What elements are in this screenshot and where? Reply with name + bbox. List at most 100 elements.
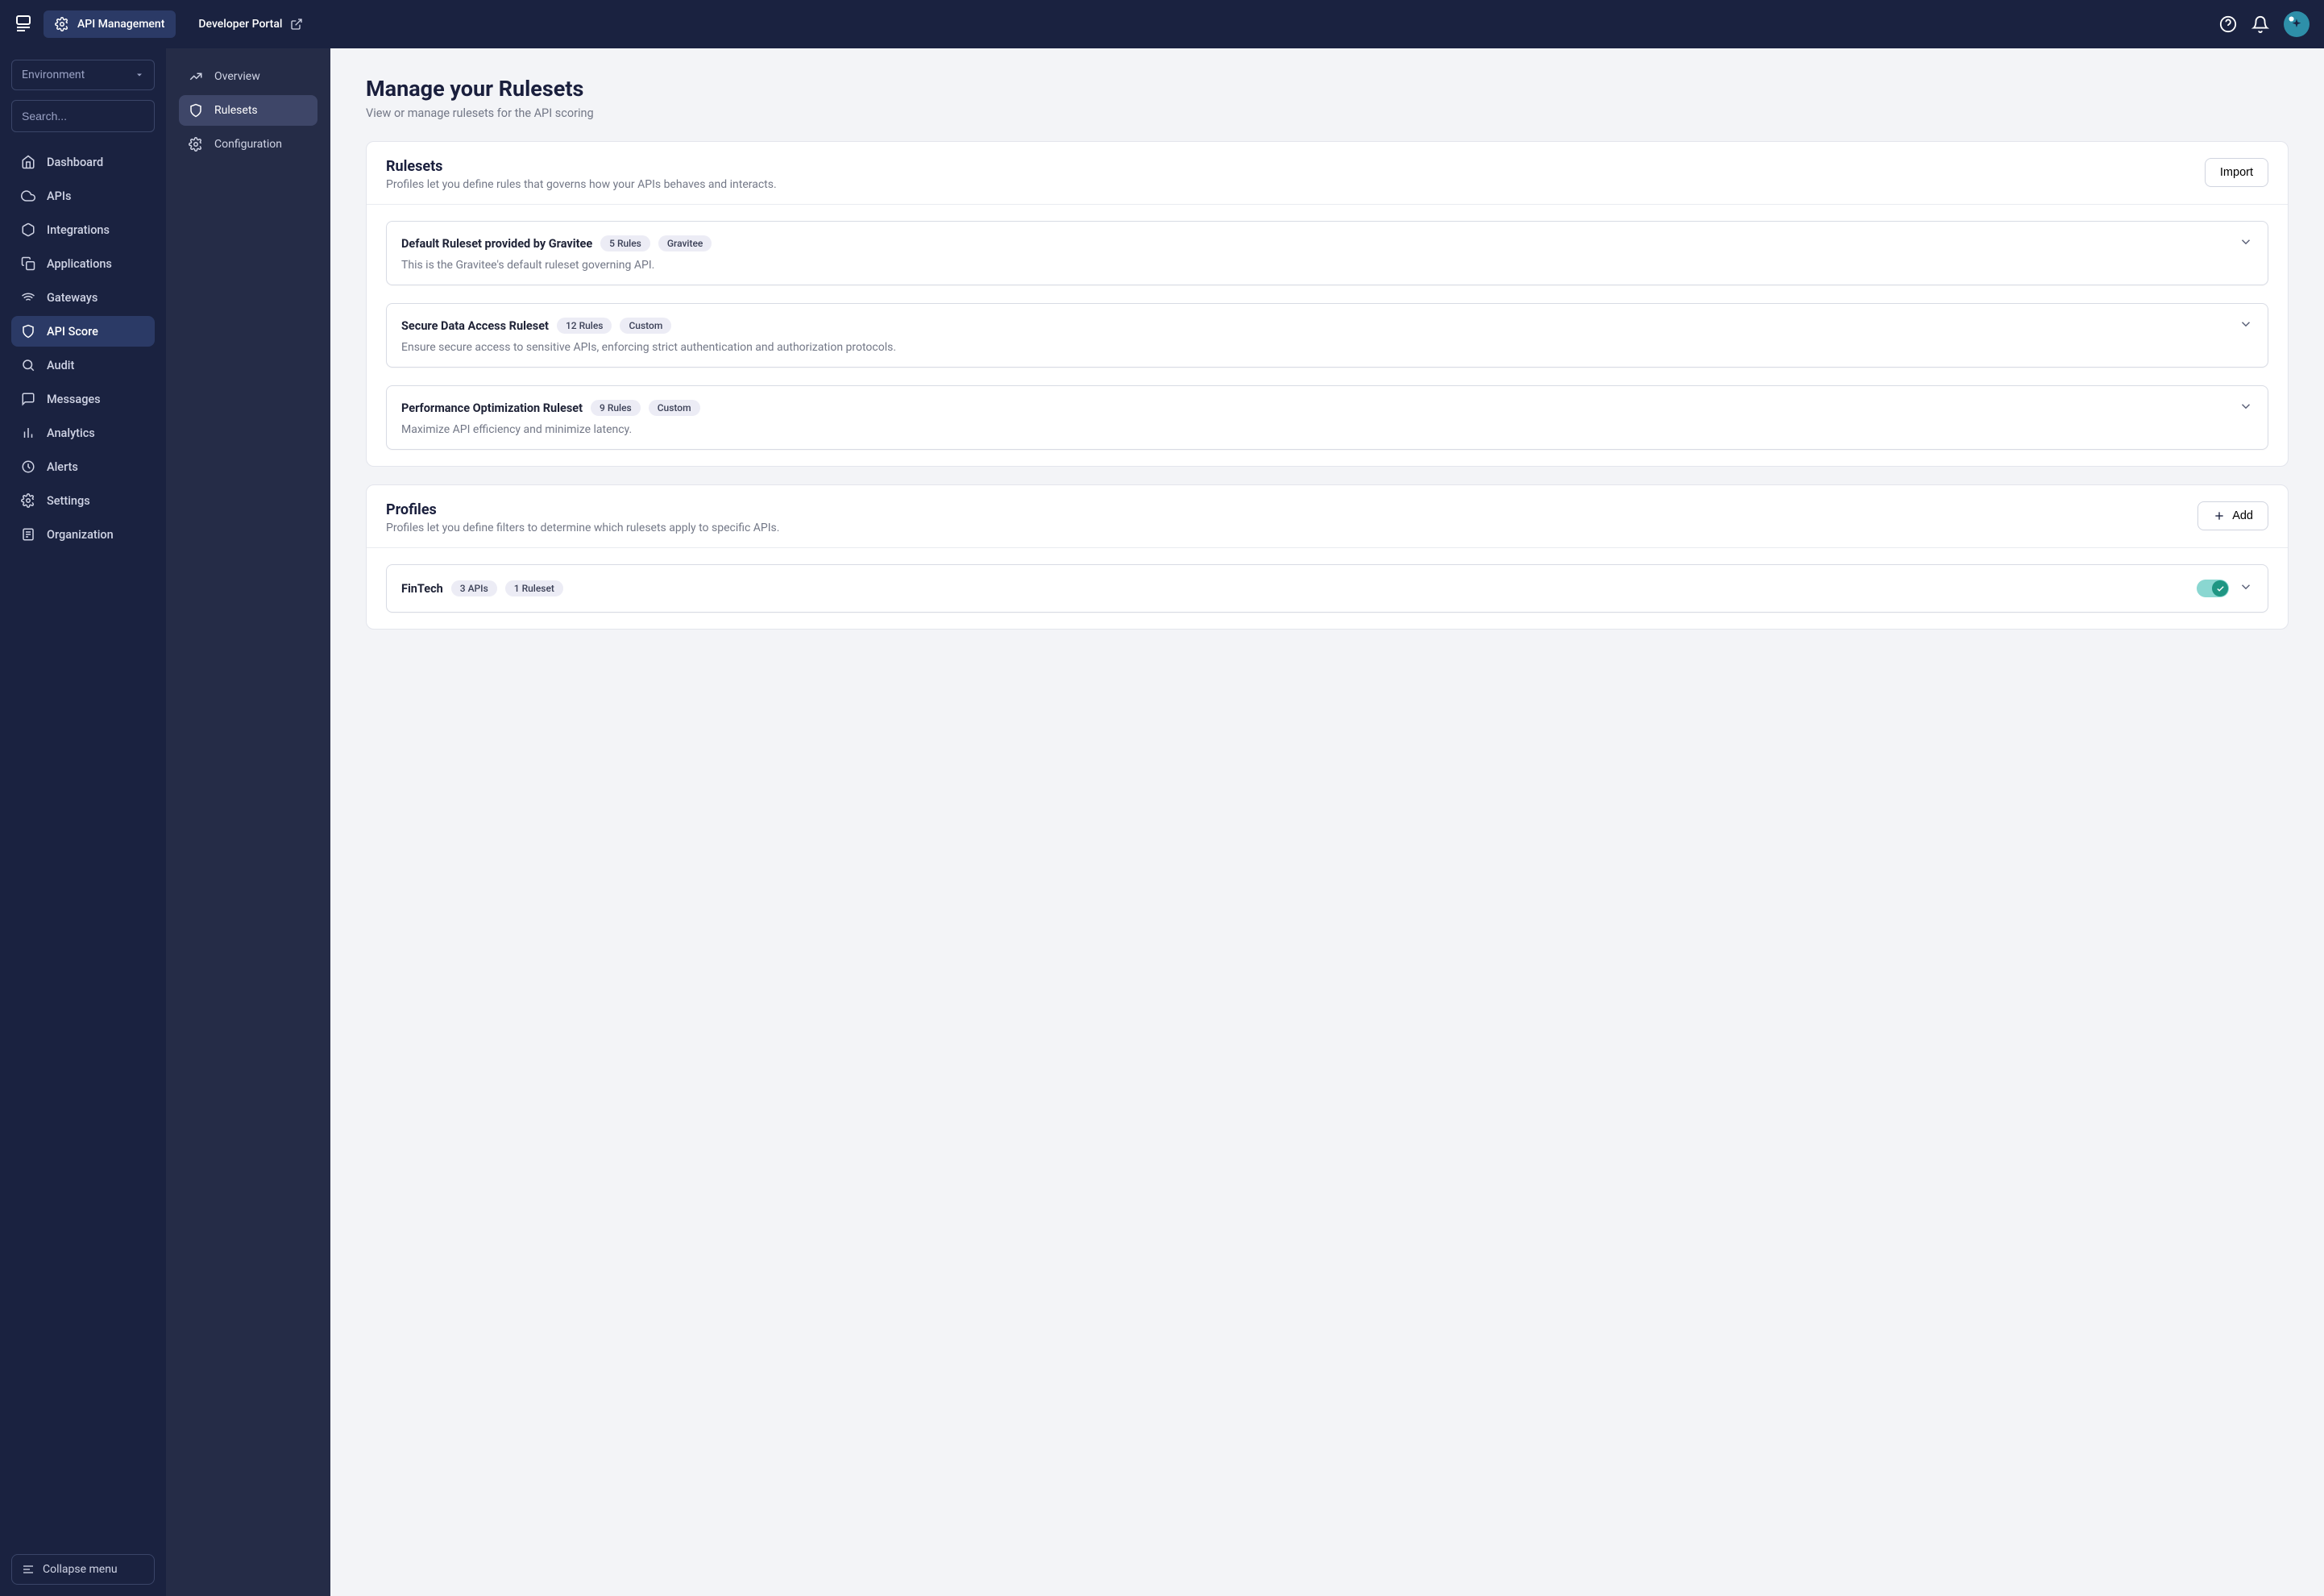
ruleset-card[interactable]: Performance Optimization Ruleset 9 Rules… [386, 385, 2268, 450]
sidebar-item-label: Audit [47, 359, 74, 372]
gear-icon [55, 17, 69, 31]
ruleset-card[interactable]: Secure Data Access Ruleset 12 Rules Cust… [386, 303, 2268, 368]
check-icon [2216, 584, 2225, 593]
api-management-tab[interactable]: API Management [44, 10, 176, 38]
shield-icon [189, 103, 203, 118]
chevron-down-icon [2239, 317, 2253, 331]
sidebar-item-dashboard[interactable]: Dashboard [11, 147, 155, 177]
list-icon [21, 527, 35, 542]
gear-icon [21, 493, 35, 508]
plus-icon [2213, 509, 2226, 522]
sidebar-item-label: Messages [47, 393, 101, 406]
subnav-configuration[interactable]: Configuration [179, 129, 317, 160]
notifications-button[interactable] [2251, 15, 2269, 33]
search-input[interactable] [22, 110, 168, 123]
ruleset-card[interactable]: Default Ruleset provided by Gravitee 5 R… [386, 221, 2268, 285]
subnav-label: Configuration [214, 138, 282, 151]
developer-portal-link[interactable]: Developer Portal [187, 11, 314, 37]
ruleset-tag-badge: Custom [649, 400, 700, 416]
ruleset-name: Secure Data Access Ruleset [401, 319, 549, 333]
search-zoom-icon [21, 358, 35, 372]
sidebar-item-audit[interactable]: Audit [11, 350, 155, 380]
rulesets-panel-subtitle: Profiles let you define rules that gover… [386, 178, 777, 191]
sidebar-item-label: APIs [47, 189, 71, 203]
cloud-icon [21, 189, 35, 203]
profiles-panel: Profiles Profiles let you define filters… [366, 484, 2289, 630]
clock-icon [21, 459, 35, 474]
sidebar-item-alerts[interactable]: Alerts [11, 451, 155, 482]
page-subtitle: View or manage rulesets for the API scor… [366, 106, 2289, 120]
sidebar-item-api-score[interactable]: API Score [11, 316, 155, 347]
ruleset-description: Maximize API efficiency and minimize lat… [401, 423, 2253, 436]
subnav-label: Rulesets [214, 104, 258, 117]
sidebar-item-applications[interactable]: Applications [11, 248, 155, 279]
add-button-label: Add [2232, 509, 2253, 522]
home-icon [21, 155, 35, 169]
subnav-rulesets[interactable]: Rulesets [179, 95, 317, 126]
ruleset-name: Default Ruleset provided by Gravitee [401, 237, 592, 251]
sidebar-item-settings[interactable]: Settings [11, 485, 155, 516]
rulesets-panel: Rulesets Profiles let you define rules t… [366, 141, 2289, 467]
chevron-down-icon [2239, 580, 2253, 594]
developer-portal-label: Developer Portal [198, 18, 282, 31]
subnav-overview[interactable]: Overview [179, 61, 317, 92]
help-icon [2219, 15, 2237, 33]
expand-button[interactable] [2239, 399, 2253, 417]
add-button[interactable]: Add [2197, 501, 2268, 530]
copy-icon [21, 256, 35, 271]
expand-button[interactable] [2239, 235, 2253, 252]
ruleset-description: This is the Gravitee's default ruleset g… [401, 259, 2253, 272]
sidebar-item-organization[interactable]: Organization [11, 519, 155, 550]
wifi-icon [21, 290, 35, 305]
bar-icon [21, 426, 35, 440]
environment-select[interactable]: Environment [11, 60, 155, 90]
collapse-menu-button[interactable]: Collapse menu [11, 1554, 155, 1585]
gravitee-logo[interactable] [15, 15, 32, 33]
sidebar-item-label: Gateways [47, 291, 98, 305]
search-container[interactable] [11, 100, 155, 132]
profile-toggle[interactable] [2197, 580, 2229, 597]
sidebar-item-label: Organization [47, 528, 114, 542]
rulesets-panel-title: Rulesets [386, 158, 777, 175]
profiles-panel-subtitle: Profiles let you define filters to deter… [386, 522, 779, 534]
ruleset-rules-badge: 12 Rules [557, 318, 612, 334]
sidebar-item-apis[interactable]: APIs [11, 181, 155, 211]
chevron-down-icon [135, 70, 144, 80]
sidebar-item-label: Dashboard [47, 156, 103, 169]
expand-button[interactable] [2239, 580, 2253, 597]
collapse-icon [22, 1563, 35, 1576]
toggle-knob [2212, 580, 2228, 596]
collapse-menu-label: Collapse menu [43, 1563, 118, 1576]
expand-button[interactable] [2239, 317, 2253, 335]
sidebar-item-label: Alerts [47, 460, 78, 474]
ruleset-rules-badge: 5 Rules [600, 235, 650, 251]
package-icon [21, 222, 35, 237]
ruleset-tag-badge: Custom [620, 318, 671, 334]
sidebar-item-messages[interactable]: Messages [11, 384, 155, 414]
import-button[interactable]: Import [2205, 158, 2268, 187]
profiles-panel-title: Profiles [386, 501, 779, 518]
sidebar-item-gateways[interactable]: Gateways [11, 282, 155, 313]
shield-icon [21, 324, 35, 339]
api-management-label: API Management [77, 18, 164, 31]
sparkle-icon [2290, 18, 2303, 31]
bell-icon [2251, 15, 2269, 33]
chevron-down-icon [2239, 235, 2253, 249]
external-link-icon [290, 18, 303, 31]
sidebar-item-label: Analytics [47, 426, 95, 440]
sidebar-item-label: Integrations [47, 223, 110, 237]
ruleset-rules-badge: 9 Rules [591, 400, 641, 416]
chart-line-icon [189, 69, 203, 84]
gear-icon [189, 137, 203, 152]
profile-card[interactable]: FinTech 3 APIs 1 Ruleset [386, 564, 2268, 613]
page-title: Manage your Rulesets [366, 76, 2289, 102]
environment-label: Environment [22, 69, 85, 81]
sidebar-item-integrations[interactable]: Integrations [11, 214, 155, 245]
message-icon [21, 392, 35, 406]
help-button[interactable] [2219, 15, 2237, 33]
sidebar-item-analytics[interactable]: Analytics [11, 418, 155, 448]
profile-name: FinTech [401, 582, 443, 596]
sidebar-item-label: Settings [47, 494, 90, 508]
user-avatar[interactable] [2284, 11, 2309, 37]
profile-apis-badge: 3 APIs [451, 580, 497, 596]
